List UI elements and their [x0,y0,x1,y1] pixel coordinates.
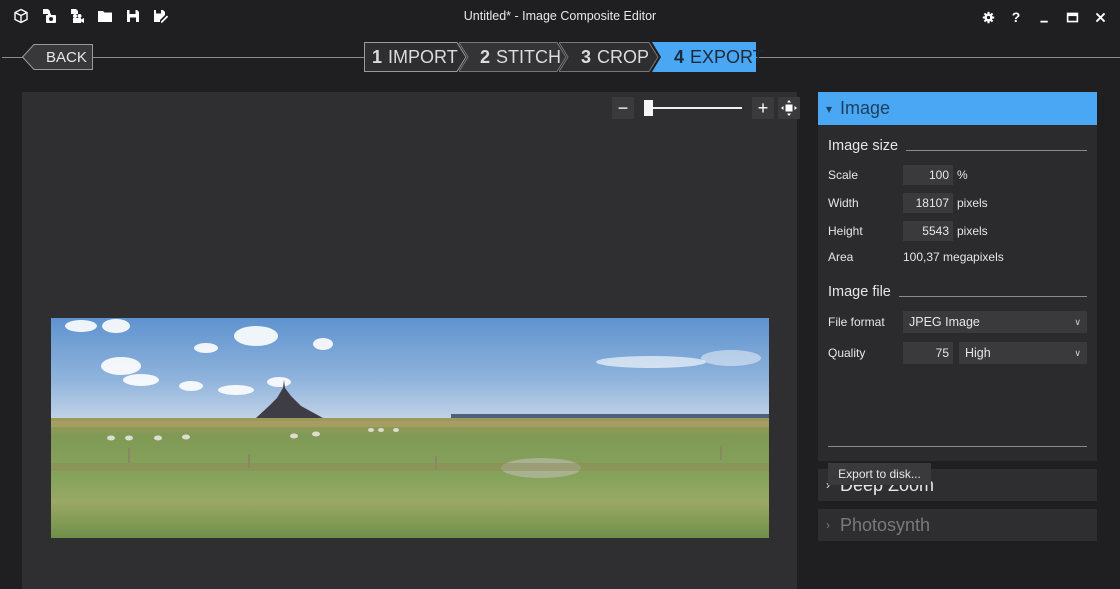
fit-to-window-button[interactable] [778,97,800,119]
window-title: Untitled* - Image Composite Editor [463,9,657,23]
width-input[interactable]: 18107 [903,193,953,213]
step-crop[interactable]: 3 CROP [559,42,659,72]
step-export[interactable]: 4 EXPORT [652,42,764,72]
file-format-row: File format JPEG Image ∨ [828,307,1087,337]
step-label: STITCH [496,46,562,67]
image-file-title: Image file [828,284,891,300]
step-stitch[interactable]: 2 STITCH [459,42,567,72]
step-label: EXPORT [690,46,764,67]
photosynth-title: Photosynth [840,514,931,535]
export-panel: ▾ Image Image size Scale 100 % Width 181… [818,92,1097,541]
quality-preset-value: High [965,346,991,360]
image-section-title: Image [840,98,891,118]
height-input[interactable]: 5543 [903,221,953,241]
image-file-heading: Image file [828,281,1087,303]
zoom-in-button[interactable]: + [752,97,774,119]
chevron-right-icon: › [826,518,830,532]
image-section-header[interactable]: ▾ Image [818,92,1097,125]
title-bar: Untitled* - Image Composite Editor ? [0,0,1120,34]
width-row: Width 18107 pixels [828,189,1087,217]
width-unit: pixels [957,196,988,210]
nav-rule-middle [93,57,365,58]
zoom-out-button[interactable]: − [612,97,634,119]
maximize-icon[interactable] [1060,6,1084,28]
nav-rule-right [756,57,1120,58]
file-format-label: File format [828,315,885,329]
step-label: IMPORT [388,46,458,67]
width-label: Width [828,196,859,210]
image-section-body: Image size Scale 100 % Width 18107 pixel… [818,125,1097,485]
back-label: BACK [46,49,87,66]
step-number: 1 [372,46,383,67]
quality-label: Quality [828,346,866,360]
quality-input[interactable]: 75 [903,342,953,364]
step-label: CROP [597,46,650,67]
window-controls: ? [976,6,1112,28]
step-import[interactable]: 1 IMPORT [364,42,467,72]
fit-to-window-icon [781,100,797,116]
wizard-steps: 1 IMPORT 2 STITCH 3 CROP 4 EXPORT [364,42,764,72]
height-label: Height [828,224,863,238]
settings-icon[interactable] [976,6,1000,28]
chevron-down-icon: ▾ [826,101,833,116]
scale-input[interactable]: 100 [903,165,953,185]
zoom-slider[interactable] [640,97,746,119]
quality-row: Quality 75 High ∨ [828,337,1087,369]
step-navigation: BACK 1 IMPORT 2 STITCH 3 CROP 4 EXPORT [0,40,1120,74]
scale-row: Scale 100 % [828,161,1087,189]
section-rule [898,295,1087,297]
height-unit: pixels [957,224,988,238]
section-divider [828,446,1087,447]
image-size-heading: Image size [828,135,1087,157]
zoom-slider-thumb[interactable] [644,100,653,116]
minimize-icon[interactable] [1032,6,1056,28]
area-label: Area [828,250,854,264]
zoom-slider-track [644,107,742,109]
panorama-preview [51,318,769,538]
zoom-controls: − + [612,97,800,119]
area-row: Area 100,37 megapixels [828,245,1087,269]
image-size-title: Image size [828,138,899,154]
step-number: 3 [581,46,592,67]
scale-label: Scale [828,168,859,182]
photosynth-section-header[interactable]: › Photosynth [818,509,1097,541]
height-row: Height 5543 pixels [828,217,1087,245]
quality-dropdown[interactable]: High ∨ [959,342,1087,364]
help-icon[interactable]: ? [1004,6,1028,28]
chevron-down-icon: ∨ [1074,347,1081,358]
chevron-down-icon: ∨ [1074,316,1081,327]
export-to-disk-button[interactable]: Export to disk... [828,463,931,485]
scale-unit: % [957,168,968,182]
section-rule [906,149,1087,151]
step-number: 4 [674,46,685,67]
nav-rule-left [2,57,24,58]
file-format-dropdown[interactable]: JPEG Image ∨ [903,311,1087,333]
area-value: 100,37 megapixels [903,250,1004,264]
file-format-value: JPEG Image [909,315,980,329]
close-icon[interactable] [1088,6,1112,28]
step-number: 2 [480,46,491,67]
back-button[interactable]: BACK [22,44,93,70]
